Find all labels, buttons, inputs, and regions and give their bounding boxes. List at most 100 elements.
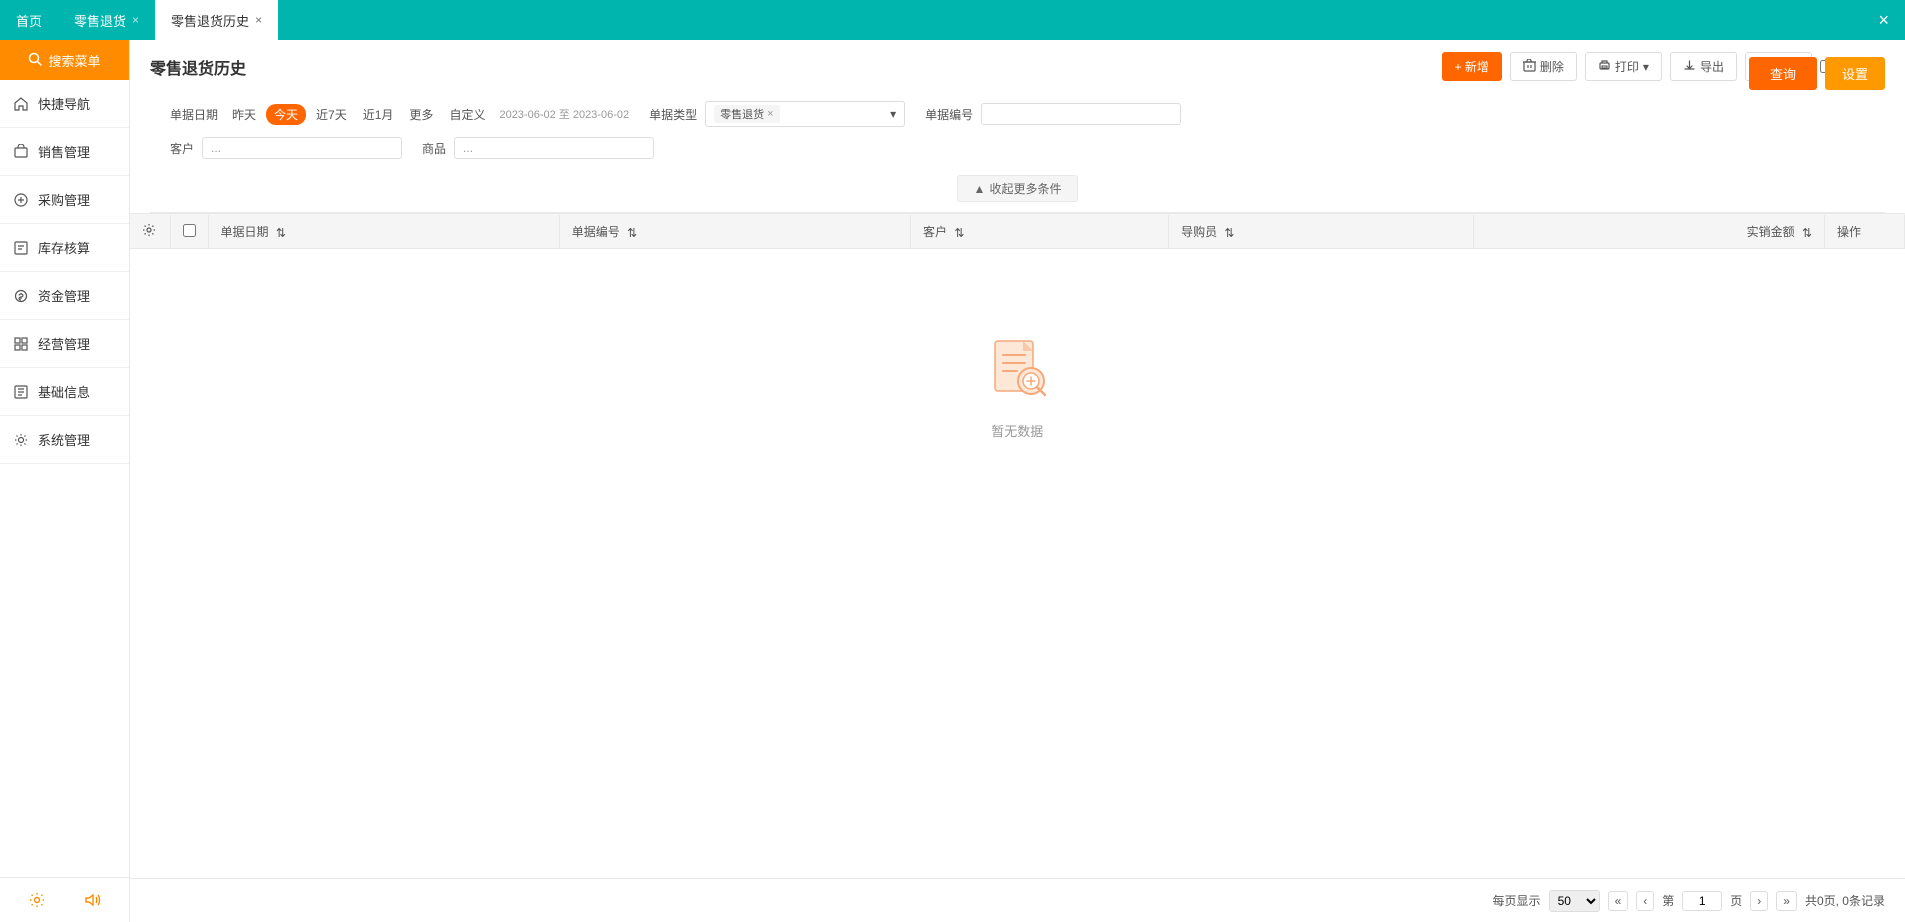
table-settings-icon[interactable]	[142, 226, 156, 240]
th-number-label: 单据编号	[572, 225, 620, 239]
number-filter-input[interactable]	[981, 103, 1181, 125]
print-label: 打印	[1615, 58, 1639, 75]
th-actions-label: 操作	[1837, 225, 1861, 239]
page-suffix: 页	[1730, 892, 1742, 909]
customer-filter-input[interactable]: ...	[202, 137, 402, 159]
sidebar-search[interactable]: 搜索菜单	[0, 40, 129, 80]
filter-goods: 商品 ...	[422, 137, 654, 159]
date-btn-7days[interactable]: 近7天	[310, 104, 353, 125]
data-table: 单据日期 ⇅ 单据编号 ⇅ 客户 ⇅ 导购员 ⇅	[130, 215, 1905, 520]
type-filter-select[interactable]: 零售退货 × ▾	[705, 101, 905, 127]
filter-date-group: 昨天 今天 近7天 近1月 更多 自定义 2023-06-02 至 2023-0…	[226, 104, 629, 125]
volume-bottom-icon[interactable]	[80, 888, 104, 912]
collapse-up-icon: ▲	[974, 182, 986, 196]
filter-number: 单据编号	[925, 103, 1181, 125]
date-btn-yesterday[interactable]: 昨天	[226, 104, 262, 125]
first-page-button[interactable]: «	[1608, 891, 1629, 911]
sales-icon	[12, 143, 30, 161]
date-sort-icon[interactable]: ⇅	[276, 226, 286, 240]
print-button[interactable]: 打印 ▾	[1585, 52, 1662, 81]
search-icon	[28, 52, 42, 69]
goods-filter-input[interactable]: ...	[454, 137, 654, 159]
prev-page-button[interactable]: ‹	[1636, 891, 1654, 911]
page-prefix: 第	[1662, 892, 1674, 909]
sidebar-item-finance-mgmt[interactable]: 资金管理	[0, 272, 129, 320]
date-btn-today[interactable]: 今天	[266, 104, 306, 125]
empty-icon	[977, 329, 1057, 409]
topbar: 首页 零售退货 × 零售退货历史 × ×	[0, 0, 1905, 40]
home-icon	[12, 95, 30, 113]
th-date[interactable]: 单据日期 ⇅	[208, 215, 559, 249]
sidebar-item-operations-mgmt-label: 经营管理	[38, 334, 90, 353]
sidebar-search-label: 搜索菜单	[48, 51, 100, 70]
next-page-button[interactable]: ›	[1750, 891, 1768, 911]
tab-home-label: 首页	[16, 11, 42, 30]
select-all-checkbox[interactable]	[183, 224, 196, 237]
sidebar-item-inventory-label: 库存核算	[38, 238, 90, 257]
content: 零售退货历史 + 新增 删除	[130, 40, 1905, 922]
window-close-button[interactable]: ×	[1862, 10, 1905, 31]
customer-filter-label: 客户	[170, 140, 194, 157]
delete-button[interactable]: 删除	[1510, 52, 1577, 81]
collapse-row: ▲ 收起更多条件	[170, 169, 1865, 202]
filter-area: 单据日期 昨天 今天 近7天 近1月 更多 自定义 2023-06-02 至 2…	[150, 91, 1885, 213]
main-layout: 搜索菜单 快捷导航 销售管理	[0, 40, 1905, 922]
type-tag: 零售退货 ×	[714, 105, 779, 123]
inventory-icon	[12, 239, 30, 257]
number-filter-label: 单据编号	[925, 106, 973, 123]
th-settings[interactable]	[130, 215, 170, 249]
empty-state: 暂无数据	[130, 249, 1905, 520]
settings-bottom-icon[interactable]	[25, 888, 49, 912]
page-size-select[interactable]: 10 20 50 100	[1549, 890, 1600, 912]
settings-button[interactable]: 设置	[1825, 57, 1885, 90]
th-guide[interactable]: 导购员 ⇅	[1169, 215, 1474, 249]
sidebar-item-quick-nav-label: 快捷导航	[38, 94, 90, 113]
type-tag-close[interactable]: ×	[767, 108, 773, 120]
page-title-row: 零售退货历史 + 新增 删除	[150, 52, 1885, 81]
goods-placeholder: ...	[463, 141, 473, 155]
sidebar-item-basic-info[interactable]: 基础信息	[0, 368, 129, 416]
purchase-icon	[12, 191, 30, 209]
total-label: 共0页, 0条记录	[1805, 892, 1885, 909]
date-btn-custom[interactable]: 自定义	[443, 104, 491, 125]
th-number[interactable]: 单据编号 ⇅	[559, 215, 910, 249]
sidebar-item-system-mgmt[interactable]: 系统管理	[0, 416, 129, 464]
guide-sort-icon[interactable]: ⇅	[1224, 226, 1234, 240]
number-sort-icon[interactable]: ⇅	[627, 226, 637, 240]
th-amount[interactable]: 实销金额 ⇅	[1473, 215, 1824, 249]
page-title: 零售退货历史	[150, 55, 246, 79]
table-header: 单据日期 ⇅ 单据编号 ⇅ 客户 ⇅ 导购员 ⇅	[130, 215, 1905, 249]
query-button[interactable]: 查询	[1749, 57, 1817, 90]
th-checkbox[interactable]	[170, 215, 208, 249]
date-btn-more[interactable]: 更多	[403, 104, 439, 125]
current-page-input[interactable]	[1682, 891, 1722, 911]
tab-home[interactable]: 首页	[0, 0, 58, 40]
sidebar-item-purchase-mgmt-label: 采购管理	[38, 190, 90, 209]
type-select-chevron-icon: ▾	[890, 107, 896, 121]
pagination: 每页显示 10 20 50 100 « ‹ 第 页 › » 共0页, 0条记录	[130, 878, 1905, 922]
tab-return-history[interactable]: 零售退货历史 ×	[155, 0, 278, 40]
operations-icon	[12, 335, 30, 353]
sidebar-item-operations-mgmt[interactable]: 经营管理	[0, 320, 129, 368]
tab-return[interactable]: 零售退货 ×	[58, 0, 155, 40]
last-page-button[interactable]: »	[1776, 891, 1797, 911]
amount-sort-icon[interactable]: ⇅	[1802, 226, 1812, 240]
tab-return-history-close[interactable]: ×	[255, 13, 262, 27]
tab-return-close[interactable]: ×	[132, 13, 139, 27]
collapse-button[interactable]: ▲ 收起更多条件	[957, 175, 1079, 202]
sidebar-item-purchase-mgmt[interactable]: 采购管理	[0, 176, 129, 224]
page-size-label: 每页显示	[1493, 892, 1541, 909]
sidebar-item-inventory[interactable]: 库存核算	[0, 224, 129, 272]
sidebar: 搜索菜单 快捷导航 销售管理	[0, 40, 130, 922]
sidebar-item-sales-mgmt[interactable]: 销售管理	[0, 128, 129, 176]
export-button[interactable]: 导出	[1670, 52, 1737, 81]
print-icon	[1598, 59, 1611, 75]
customer-sort-icon[interactable]: ⇅	[954, 226, 964, 240]
date-btn-1month[interactable]: 近1月	[357, 104, 400, 125]
filter-type: 单据类型 零售退货 × ▾	[649, 101, 905, 127]
th-guide-label: 导购员	[1181, 225, 1217, 239]
add-button[interactable]: + 新增	[1442, 52, 1502, 81]
filter-row-2: 客户 ... 商品 ...	[170, 137, 1865, 159]
sidebar-item-quick-nav[interactable]: 快捷导航	[0, 80, 129, 128]
th-customer[interactable]: 客户 ⇅	[911, 215, 1169, 249]
